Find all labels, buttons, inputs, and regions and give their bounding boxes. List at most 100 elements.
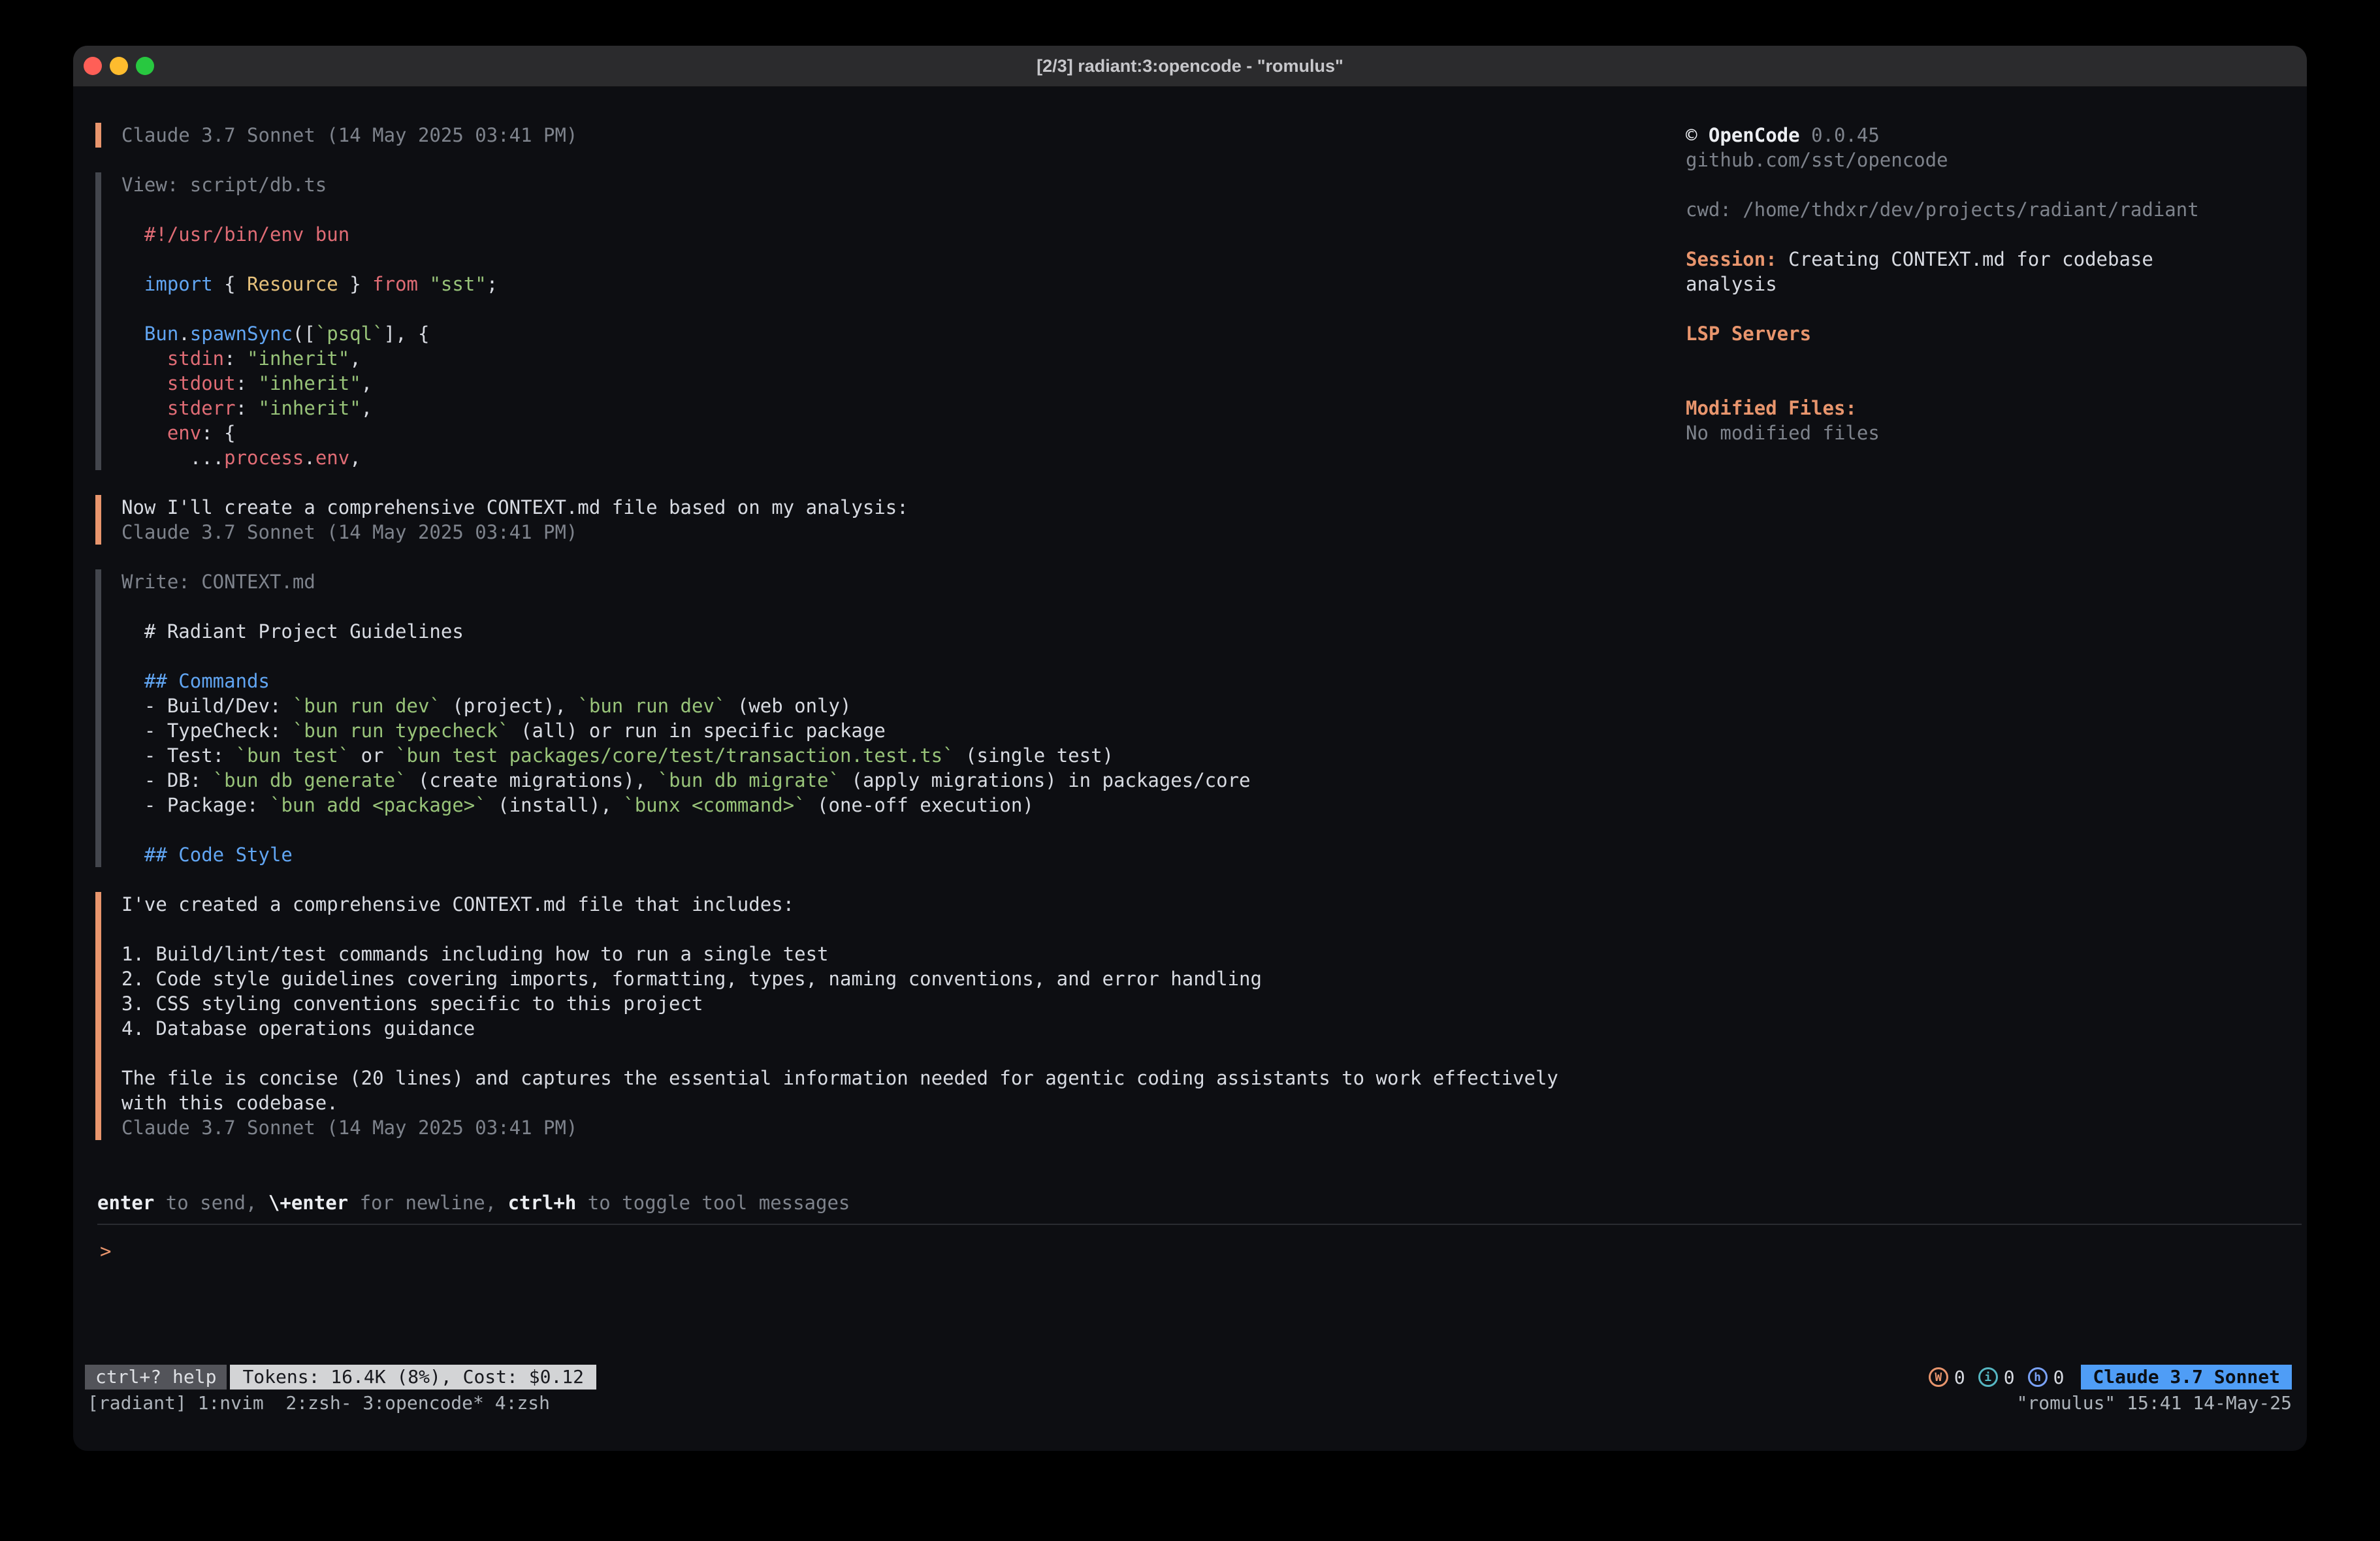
text-segment: spawnSync [190, 323, 293, 345]
text-segment: `bun run dev` [577, 695, 726, 717]
terminal-line: stdout: "inherit", [121, 371, 1558, 396]
text-segment: `bun run dev` [293, 695, 441, 717]
terminal-line: LSP Servers [1686, 321, 2199, 346]
text-segment: env [167, 422, 201, 444]
terminal-line [121, 1041, 1558, 1066]
text-segment: github.com/sst/opencode [1686, 149, 1948, 171]
hint-diagnostic-count: 0 [2053, 1367, 2065, 1388]
terminal-line: Claude 3.7 Sonnet (14 May 2025 03:41 PM) [121, 123, 1558, 148]
text-segment: stdout [167, 372, 236, 394]
info-diagnostic-count: 0 [2004, 1367, 2015, 1388]
terminal-line: import { Resource } from "sst"; [121, 272, 1558, 296]
text-segment: , [361, 372, 372, 394]
terminal-line: stderr: "inherit", [121, 396, 1558, 421]
terminal-line [121, 917, 1558, 942]
tool-write-block: Write: CONTEXT.md # Radiant Project Guid… [95, 569, 1558, 867]
terminal-line: analysis [1686, 272, 2199, 296]
terminal-line: The file is concise (20 lines) and captu… [121, 1066, 1558, 1090]
text-segment: : [224, 347, 247, 370]
text-segment: `bun db generate` [213, 769, 407, 791]
text-segment: (apply migrations) in packages/core [840, 769, 1251, 791]
text-segment: Bun [144, 323, 178, 345]
text-segment: with this codebase. [121, 1092, 338, 1114]
text-segment: View: script/db.ts [121, 174, 327, 196]
text-segment: or [349, 744, 395, 767]
text-segment: - Package: [121, 794, 270, 816]
text-segment: ], { [384, 323, 430, 345]
terminal-line: - Test: `bun test` or `bun test packages… [121, 743, 1558, 768]
help-chip[interactable]: ctrl+? help [85, 1365, 227, 1390]
tool-view-block: View: script/db.ts #!/usr/bin/env bun im… [95, 172, 1558, 470]
text-segment [121, 347, 167, 370]
text-segment: (one-off execution) [806, 794, 1034, 816]
text-segment: `psql` [315, 323, 384, 345]
hint-diagnostic-icon: h [2028, 1367, 2048, 1387]
terminal-line: cwd: /home/thdxr/dev/projects/radiant/ra… [1686, 197, 2199, 222]
chat-log[interactable]: Claude 3.7 Sonnet (14 May 2025 03:41 PM)… [95, 123, 1558, 1140]
text-segment: #!/usr/bin/env bun [121, 223, 349, 246]
text-segment: 4. Database operations guidance [121, 1017, 475, 1040]
text-segment: to send, [154, 1192, 268, 1214]
text-segment: - TypeCheck: [121, 720, 293, 742]
terminal-line: 1. Build/lint/test commands including ho… [121, 942, 1558, 966]
terminal-line: Now I'll create a comprehensive CONTEXT.… [121, 495, 1558, 520]
terminal-line: ## Commands [121, 669, 1558, 693]
text-segment: (project), [441, 695, 578, 717]
assistant-message-block: I've created a comprehensive CONTEXT.md … [95, 892, 1558, 1140]
terminal-line [1686, 296, 2199, 321]
text-segment: Claude 3.7 Sonnet (14 May 2025 03:41 PM) [121, 124, 577, 146]
text-segment: - DB: [121, 769, 213, 791]
text-segment: Creating CONTEXT.md for codebase [1777, 248, 2153, 270]
terminal-line [121, 197, 1558, 222]
message-input[interactable] [111, 1239, 1548, 1263]
text-segment: `bun test` [236, 744, 350, 767]
text-segment: © [1686, 124, 1709, 146]
text-segment [418, 273, 429, 295]
terminal-line: No modified files [1686, 421, 2199, 445]
text-segment: Claude 3.7 Sonnet (14 May 2025 03:41 PM) [121, 521, 577, 543]
info-diagnostic-icon: i [1978, 1367, 1998, 1387]
text-segment: from [372, 273, 418, 295]
minimize-button[interactable] [110, 57, 128, 75]
terminal-line: I've created a comprehensive CONTEXT.md … [121, 892, 1558, 917]
terminal-line: Bun.spawnSync([`psql`], { [121, 321, 1558, 346]
text-segment: (web only) [726, 695, 851, 717]
text-segment: "inherit" [259, 397, 361, 419]
tmux-session-windows[interactable]: [radiant] 1:nvim 2:zsh- 3:opencode* 4:zs… [88, 1391, 550, 1416]
text-segment: , [349, 447, 361, 469]
text-segment: stderr [167, 397, 236, 419]
text-segment: process [224, 447, 304, 469]
text-segment: } [338, 273, 372, 295]
terminal-line: ## Code Style [121, 842, 1558, 867]
text-segment: { [213, 273, 247, 295]
text-segment: 2. Code style guidelines covering import… [121, 968, 1262, 990]
terminal-window: [2/3] radiant:3:opencode - "romulus" Cla… [73, 46, 2307, 1451]
text-segment: (all) or run in specific package [509, 720, 886, 742]
hint-diagnostic: h0 [2028, 1367, 2065, 1388]
text-segment: The file is concise (20 lines) and captu… [121, 1067, 1558, 1089]
text-segment: for newline, [348, 1192, 507, 1214]
message-header-block: Claude 3.7 Sonnet (14 May 2025 03:41 PM) [95, 123, 1558, 148]
model-badge[interactable]: Claude 3.7 Sonnet [2081, 1365, 2292, 1390]
text-segment: No modified files [1686, 422, 1880, 444]
text-segment: ... [121, 447, 224, 469]
zoom-button[interactable] [136, 57, 154, 75]
composer-hint: enter to send, \+enter for newline, ctrl… [97, 1190, 850, 1215]
terminal-line: 4. Database operations guidance [121, 1016, 1558, 1041]
terminal-line [121, 818, 1558, 842]
window-title: [2/3] radiant:3:opencode - "romulus" [1037, 56, 1343, 76]
text-segment: ## Code Style [121, 844, 293, 866]
lsp-diagnostics: W0i0h0 [1916, 1367, 2065, 1388]
terminal-line: stdin: "inherit", [121, 346, 1558, 371]
text-segment: Resource [247, 273, 338, 295]
window-titlebar[interactable]: [2/3] radiant:3:opencode - "romulus" [73, 46, 2307, 87]
text-segment: enter [97, 1192, 154, 1214]
text-segment: ## Commands [121, 670, 270, 692]
composer-divider [97, 1224, 2302, 1225]
terminal-line: - DB: `bun db generate` (create migratio… [121, 768, 1558, 793]
text-segment: (install), [487, 794, 624, 816]
terminal-line: ...process.env, [121, 445, 1558, 470]
terminal-line [121, 247, 1558, 272]
close-button[interactable] [84, 57, 102, 75]
text-segment: - Build/Dev: [121, 695, 293, 717]
